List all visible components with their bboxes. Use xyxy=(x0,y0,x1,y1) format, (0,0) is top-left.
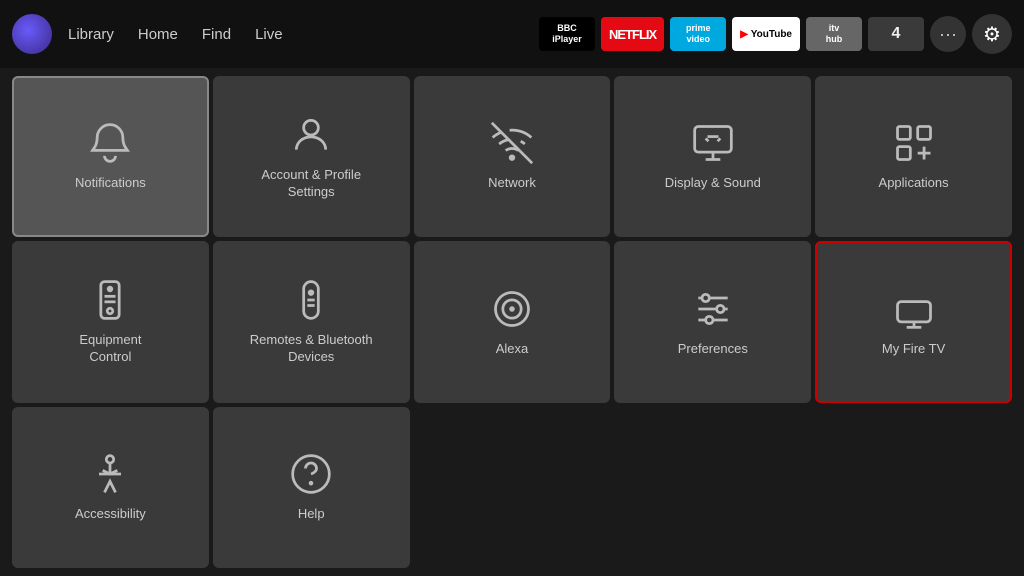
grid-item-notifications[interactable]: Notifications xyxy=(12,76,209,237)
nav-home[interactable]: Home xyxy=(138,26,178,43)
accessibility-label: Accessibility xyxy=(75,506,146,523)
grid-item-remotes[interactable]: Remotes & Bluetooth Devices xyxy=(213,241,410,402)
alexa-icon xyxy=(490,287,534,331)
more-button[interactable]: ··· xyxy=(930,16,966,52)
preferences-label: Preferences xyxy=(678,341,748,358)
app-youtube[interactable]: ▶ YouTube xyxy=(732,17,800,51)
grid-item-equipment-control[interactable]: Equipment Control xyxy=(12,241,209,402)
account-icon xyxy=(289,113,333,157)
help-icon xyxy=(289,452,333,496)
settings-button[interactable]: ⚙ xyxy=(972,14,1012,54)
nav-links: Library Home Find Live xyxy=(68,26,283,43)
display-sound-label: Display & Sound xyxy=(665,175,761,192)
remote-icon xyxy=(289,278,333,322)
network-label: Network xyxy=(488,175,536,192)
display-sound-icon xyxy=(691,121,735,165)
grid-item-network[interactable]: Network xyxy=(414,76,611,237)
app-bbc[interactable]: BBCiPlayer xyxy=(539,17,595,51)
notifications-label: Notifications xyxy=(75,175,146,192)
grid-item-alexa[interactable]: Alexa xyxy=(414,241,611,402)
network-icon xyxy=(490,121,534,165)
settings-grid: Notifications Account & Profile Settings… xyxy=(0,68,1024,576)
accessibility-icon xyxy=(88,452,132,496)
preferences-icon xyxy=(691,287,735,331)
grid-item-account[interactable]: Account & Profile Settings xyxy=(213,76,410,237)
app-prime[interactable]: primevideo xyxy=(670,17,726,51)
app-ch4[interactable]: 4 xyxy=(868,17,924,51)
grid-item-accessibility[interactable]: Accessibility xyxy=(12,407,209,568)
grid-item-applications[interactable]: Applications xyxy=(815,76,1012,237)
applications-label: Applications xyxy=(879,175,949,192)
my-fire-tv-label: My Fire TV xyxy=(882,341,945,358)
help-label: Help xyxy=(298,506,325,523)
app-itv[interactable]: itvhub xyxy=(806,17,862,51)
nav-library[interactable]: Library xyxy=(68,26,114,43)
grid-item-display-sound[interactable]: Display & Sound xyxy=(614,76,811,237)
account-label: Account & Profile Settings xyxy=(261,167,361,201)
nav-find[interactable]: Find xyxy=(202,26,231,43)
streaming-apps: BBCiPlayer NETFLIX primevideo ▶ YouTube … xyxy=(539,14,1012,54)
avatar[interactable] xyxy=(12,14,52,54)
alexa-label: Alexa xyxy=(496,341,529,358)
equipment-icon xyxy=(88,278,132,322)
grid-item-help[interactable]: Help xyxy=(213,407,410,568)
nav-live[interactable]: Live xyxy=(255,26,283,43)
bell-icon xyxy=(88,121,132,165)
grid-item-preferences[interactable]: Preferences xyxy=(614,241,811,402)
fire-tv-icon xyxy=(892,287,936,331)
top-nav: Library Home Find Live BBCiPlayer NETFLI… xyxy=(0,0,1024,68)
grid-item-my-fire-tv[interactable]: My Fire TV xyxy=(815,241,1012,402)
remotes-label: Remotes & Bluetooth Devices xyxy=(250,332,373,366)
app-netflix[interactable]: NETFLIX xyxy=(601,17,664,51)
applications-icon xyxy=(892,121,936,165)
equipment-control-label: Equipment Control xyxy=(79,332,141,366)
